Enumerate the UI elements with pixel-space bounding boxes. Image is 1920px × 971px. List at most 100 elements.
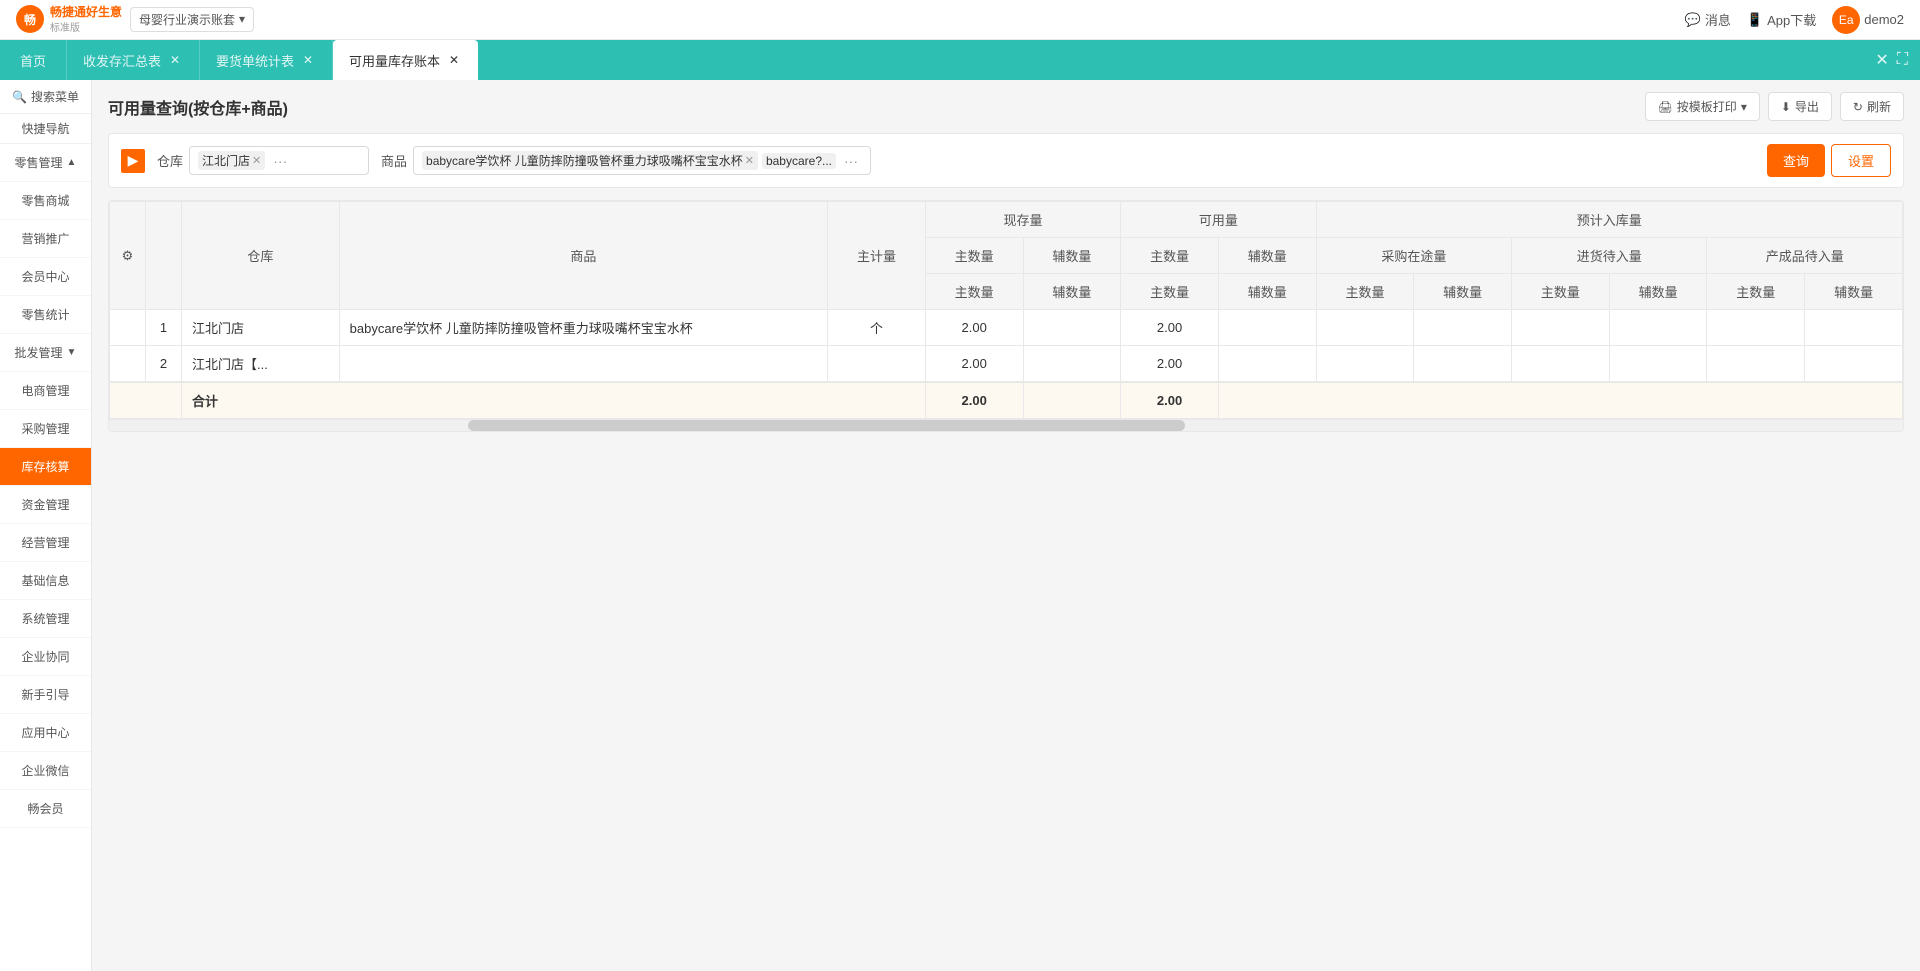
sidebar-item-member-center[interactable]: 会员中心 bbox=[0, 258, 91, 296]
cell-pp-main bbox=[1707, 310, 1805, 346]
logo: 畅 畅捷通好生意 标准版 bbox=[16, 5, 122, 34]
th-num bbox=[146, 202, 182, 310]
sidebar-search[interactable]: 🔍 搜索菜单 bbox=[0, 80, 91, 114]
app-icon: 📱 bbox=[1747, 12, 1763, 28]
cell-ip-aux bbox=[1609, 310, 1707, 346]
refresh-btn[interactable]: ↻ 刷新 bbox=[1840, 92, 1904, 121]
th-pit-main: 主数量 bbox=[1316, 274, 1414, 310]
sidebar-item-inventory-check[interactable]: 库存核算 bbox=[0, 448, 91, 486]
main-layout: 🔍 搜索菜单 快捷导航 零售管理 ▲ 零售商城 营销推广 会员中心 零售统计 批… bbox=[0, 80, 1920, 971]
tab-income-expense[interactable]: 收发存汇总表 ✕ bbox=[67, 40, 200, 80]
tab-available-stock[interactable]: 可用量库存账本 ✕ bbox=[333, 40, 478, 80]
tab-home[interactable]: 首页 bbox=[0, 40, 67, 80]
top-bar-left: 畅 畅捷通好生意 标准版 母婴行业演示账套 ▾ bbox=[16, 5, 254, 34]
page-title: 可用量查询(按仓库+商品) bbox=[108, 95, 288, 119]
th-warehouse: 仓库 bbox=[182, 202, 340, 310]
user-avatar[interactable]: Ea demo2 bbox=[1832, 6, 1904, 34]
cell-num: 2 bbox=[146, 346, 182, 383]
cell-available-main-qty: 2.00 bbox=[1121, 346, 1219, 383]
cell-current-aux-qty bbox=[1023, 310, 1121, 346]
sidebar-item-retail-mall[interactable]: 零售商城 bbox=[0, 182, 91, 220]
warehouse-tag-close[interactable]: ✕ bbox=[252, 154, 261, 167]
warehouse-label: 仓库 bbox=[157, 151, 183, 170]
total-label-cell bbox=[110, 382, 182, 419]
sidebar-quick-nav[interactable]: 快捷导航 bbox=[0, 114, 91, 144]
chevron-icon-2: ▼ bbox=[67, 347, 77, 358]
sidebar-item-app-center[interactable]: 应用中心 bbox=[0, 714, 91, 752]
sidebar-item-basic-info[interactable]: 基础信息 bbox=[0, 562, 91, 600]
page-actions: 🖨 按模板打印 ▾ ⬇ 导出 ↻ 刷新 bbox=[1645, 92, 1904, 121]
cell-warehouse: 江北门店【... bbox=[182, 346, 340, 383]
sidebar-item-finance-mgmt[interactable]: 资金管理 bbox=[0, 486, 91, 524]
tab-bar-actions: ✕ ⛶ bbox=[1875, 40, 1920, 80]
settings-icon[interactable]: ⚙ bbox=[122, 248, 134, 263]
product-tag-1: babycare学饮杯 儿童防摔防撞吸管杯重力球吸嘴杯宝宝水杯 ✕ bbox=[422, 151, 758, 170]
th-available-main-qty: 主数量 bbox=[1121, 238, 1219, 274]
th-av-aux: 辅数量 bbox=[1218, 274, 1316, 310]
th-pp-aux: 辅数量 bbox=[1805, 274, 1903, 310]
th-import-pending: 进货待入量 bbox=[1512, 238, 1707, 274]
th-available-aux-qty: 辅数量 bbox=[1218, 238, 1316, 274]
table-scroll-bar[interactable] bbox=[109, 419, 1903, 431]
query-btn[interactable]: 查询 bbox=[1767, 144, 1825, 177]
total-current-main-qty: 2.00 bbox=[925, 382, 1023, 419]
print-btn[interactable]: 🖨 按模板打印 ▾ bbox=[1645, 92, 1760, 121]
sidebar-item-marketing[interactable]: 营销推广 bbox=[0, 220, 91, 258]
table-row: 1 江北门店 babycare学饮杯 儿童防摔防撞吸管杯重力球吸嘴杯宝宝水杯 个… bbox=[110, 310, 1903, 346]
message-icon: 💬 bbox=[1685, 12, 1701, 28]
th-available-qty: 可用量 bbox=[1121, 202, 1316, 238]
sidebar-item-new-guide[interactable]: 新手引导 bbox=[0, 676, 91, 714]
warehouse-input[interactable]: 江北门店 ✕ ··· bbox=[189, 146, 369, 175]
sidebar-item-enterprise-collab[interactable]: 企业协同 bbox=[0, 638, 91, 676]
industry-select[interactable]: 母婴行业演示账套 ▾ bbox=[130, 7, 254, 32]
cell-pit-aux bbox=[1414, 346, 1512, 383]
search-icon: 🔍 bbox=[12, 90, 27, 104]
filter-expand-btn[interactable]: ▶ bbox=[121, 149, 145, 173]
content-area: 可用量查询(按仓库+商品) 🖨 按模板打印 ▾ ⬇ 导出 ↻ 刷新 bbox=[92, 80, 1920, 971]
tab-close-order-stats[interactable]: ✕ bbox=[300, 52, 316, 68]
th-current-main-qty: 主数量 bbox=[925, 238, 1023, 274]
total-row: 合计 2.00 2.00 bbox=[110, 382, 1903, 419]
cell-pit-main bbox=[1316, 310, 1414, 346]
sidebar-item-enterprise-wechat[interactable]: 企业微信 bbox=[0, 752, 91, 790]
settings-btn[interactable]: 设置 bbox=[1831, 144, 1891, 177]
th-av-main: 主数量 bbox=[1121, 274, 1219, 310]
sidebar-item-retail-mgmt[interactable]: 零售管理 ▲ bbox=[0, 144, 91, 182]
table-row: 2 江北门店【... 2.00 2.00 bbox=[110, 346, 1903, 383]
tab-close-all-btn[interactable]: ✕ bbox=[1875, 50, 1888, 70]
chevron-down-icon: ▾ bbox=[239, 12, 245, 26]
warehouse-filter: 仓库 江北门店 ✕ ··· bbox=[157, 146, 369, 175]
tab-close-available-stock[interactable]: ✕ bbox=[446, 52, 462, 68]
sidebar-item-ecommerce-mgmt[interactable]: 电商管理 bbox=[0, 372, 91, 410]
sidebar-item-system-mgmt[interactable]: 系统管理 bbox=[0, 600, 91, 638]
refresh-icon: ↻ bbox=[1853, 100, 1863, 114]
cell-current-main-qty: 2.00 bbox=[925, 346, 1023, 383]
export-btn[interactable]: ⬇ 导出 bbox=[1768, 92, 1832, 121]
product-input[interactable]: babycare学饮杯 儿童防摔防撞吸管杯重力球吸嘴杯宝宝水杯 ✕ babyca… bbox=[413, 146, 871, 175]
product-tag-1-close[interactable]: ✕ bbox=[745, 154, 754, 167]
tab-close-income-expense[interactable]: ✕ bbox=[167, 52, 183, 68]
cell-pit-aux bbox=[1414, 310, 1512, 346]
page-content: 可用量查询(按仓库+商品) 🖨 按模板打印 ▾ ⬇ 导出 ↻ 刷新 bbox=[92, 80, 1920, 444]
sidebar-item-operation-mgmt[interactable]: 经营管理 bbox=[0, 524, 91, 562]
cell-settings bbox=[110, 310, 146, 346]
product-more[interactable]: ··· bbox=[840, 153, 862, 169]
top-bar-right: 💬 消息 📱 App下载 Ea demo2 bbox=[1685, 6, 1904, 34]
total-current-aux-qty bbox=[1023, 382, 1121, 419]
sidebar: 🔍 搜索菜单 快捷导航 零售管理 ▲ 零售商城 营销推广 会员中心 零售统计 批… bbox=[0, 80, 92, 971]
th-ip-main: 主数量 bbox=[1512, 274, 1610, 310]
sidebar-item-retail-stats[interactable]: 零售统计 bbox=[0, 296, 91, 334]
app-download-btn[interactable]: 📱 App下载 bbox=[1747, 10, 1816, 29]
tab-expand-btn[interactable]: ⛶ bbox=[1897, 51, 1908, 69]
sidebar-item-wholesale-mgmt[interactable]: 批发管理 ▼ bbox=[0, 334, 91, 372]
cell-available-main-qty: 2.00 bbox=[1121, 310, 1219, 346]
product-label: 商品 bbox=[381, 151, 407, 170]
cell-current-main-qty: 2.00 bbox=[925, 310, 1023, 346]
tab-order-stats[interactable]: 要货单统计表 ✕ bbox=[200, 40, 333, 80]
th-ip-aux: 辅数量 bbox=[1609, 274, 1707, 310]
warehouse-more[interactable]: ··· bbox=[269, 153, 291, 169]
message-btn[interactable]: 💬 消息 bbox=[1685, 10, 1731, 29]
sidebar-item-vip-member[interactable]: 畅会员 bbox=[0, 790, 91, 828]
chevron-down-icon-print: ▾ bbox=[1741, 100, 1747, 114]
sidebar-item-purchase-mgmt[interactable]: 采购管理 bbox=[0, 410, 91, 448]
